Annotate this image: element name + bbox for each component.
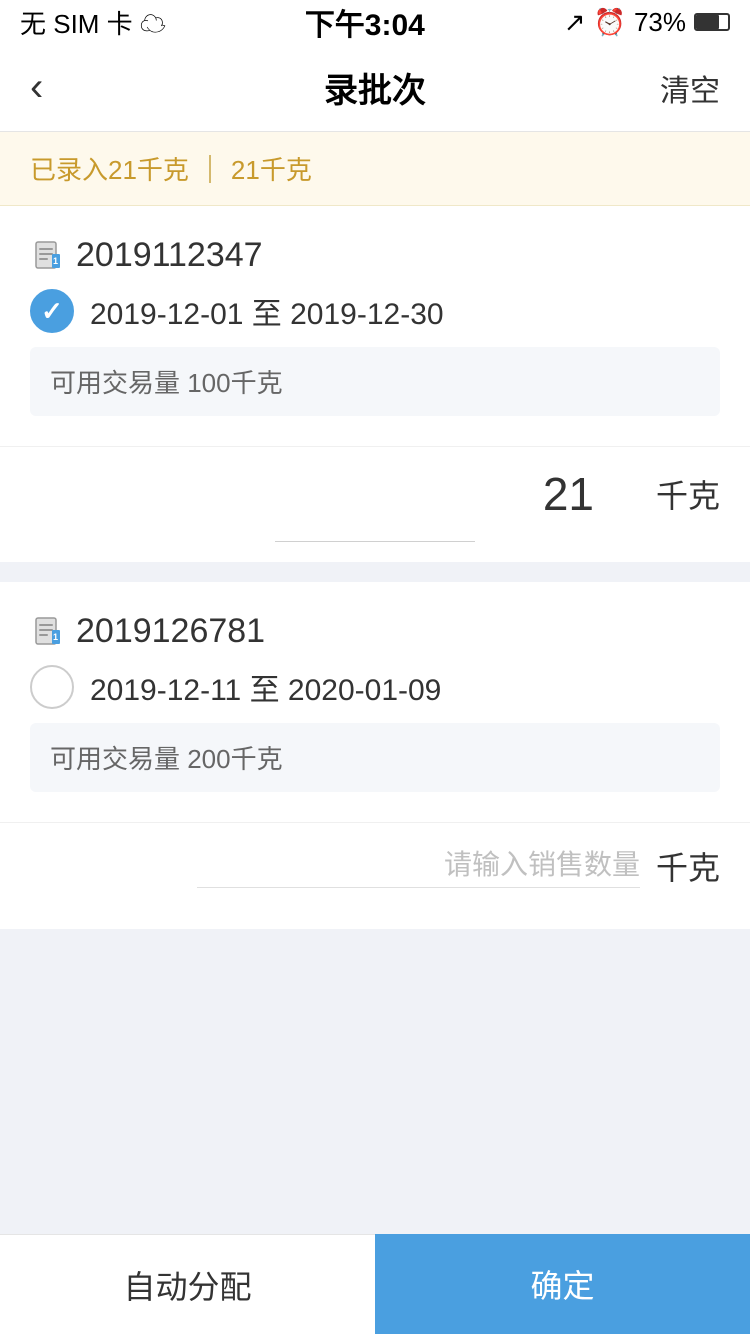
page-title: 录批次 <box>324 63 426 112</box>
svg-text:1: 1 <box>53 632 58 642</box>
input-row-2[interactable]: 千克 <box>0 822 750 909</box>
alarm-icon: ⏰ <box>594 7 626 38</box>
batch-header-1: 1 2019112347 <box>30 236 720 275</box>
quantity-value-1: 21 <box>543 467 594 521</box>
recorded-amount: 已录入21千克 <box>30 150 189 187</box>
status-right: ↗ ⏰ 73% <box>564 7 730 38</box>
batch-id-2: 2019126781 <box>76 612 265 651</box>
document-icon-2: 1 <box>30 614 66 650</box>
status-left: 无 SIM 卡 ☁ <box>20 4 166 41</box>
footer: 自动分配 确定 <box>0 1234 750 1334</box>
unit-1: 千克 <box>656 471 720 517</box>
batch-id-1: 2019112347 <box>76 236 263 275</box>
total-amount: 21千克 <box>231 150 312 187</box>
section-divider <box>0 562 750 582</box>
battery-icon: ↗ <box>564 7 586 38</box>
checkbox-1[interactable]: ✓ <box>30 289 74 333</box>
batch-date-2: 2019-12-11 至 2020-01-09 <box>90 665 441 709</box>
sim-status: 无 SIM 卡 ☁ <box>20 4 166 41</box>
nav-bar: ‹ 录批次 清空 <box>0 44 750 132</box>
batch-item-2: 1 2019126781 2019-12-11 至 2020-01-09 可用交… <box>0 582 750 822</box>
back-button[interactable]: ‹ <box>30 65 90 110</box>
battery-bar <box>694 13 730 31</box>
info-banner: 已录入21千克 21千克 <box>0 132 750 206</box>
document-icon-1: 1 <box>30 238 66 274</box>
banner-divider <box>209 155 211 183</box>
battery-level: 73% <box>634 7 686 38</box>
svg-text:1: 1 <box>53 256 58 266</box>
status-bar: 无 SIM 卡 ☁ 下午3:04 ↗ ⏰ 73% <box>0 0 750 44</box>
batch-item-1: 1 2019112347 ✓ 2019-12-01 至 2019-12-30 可… <box>0 206 750 446</box>
batch-card-1: 1 2019112347 ✓ 2019-12-01 至 2019-12-30 可… <box>0 206 750 562</box>
batch-date-row-1: ✓ 2019-12-01 至 2019-12-30 <box>30 289 720 333</box>
auto-distribute-button[interactable]: 自动分配 <box>0 1234 375 1334</box>
batch-date-row-2: 2019-12-11 至 2020-01-09 <box>30 665 720 709</box>
batch-header-2: 1 2019126781 <box>30 612 720 651</box>
status-time: 下午3:04 <box>305 0 425 44</box>
input-row-1: 21 千克 <box>0 446 750 541</box>
unit-2: 千克 <box>656 843 720 889</box>
confirm-button[interactable]: 确定 <box>375 1234 750 1334</box>
available-qty-2: 可用交易量 200千克 <box>30 723 720 792</box>
available-qty-1: 可用交易量 100千克 <box>30 347 720 416</box>
batch-date-1: 2019-12-01 至 2019-12-30 <box>90 289 444 333</box>
checkmark-1: ✓ <box>41 296 63 327</box>
clear-button[interactable]: 清空 <box>660 66 720 110</box>
quantity-input-2[interactable] <box>197 844 640 888</box>
checkbox-2[interactable] <box>30 665 74 709</box>
batch-card-2: 1 2019126781 2019-12-11 至 2020-01-09 可用交… <box>0 582 750 929</box>
